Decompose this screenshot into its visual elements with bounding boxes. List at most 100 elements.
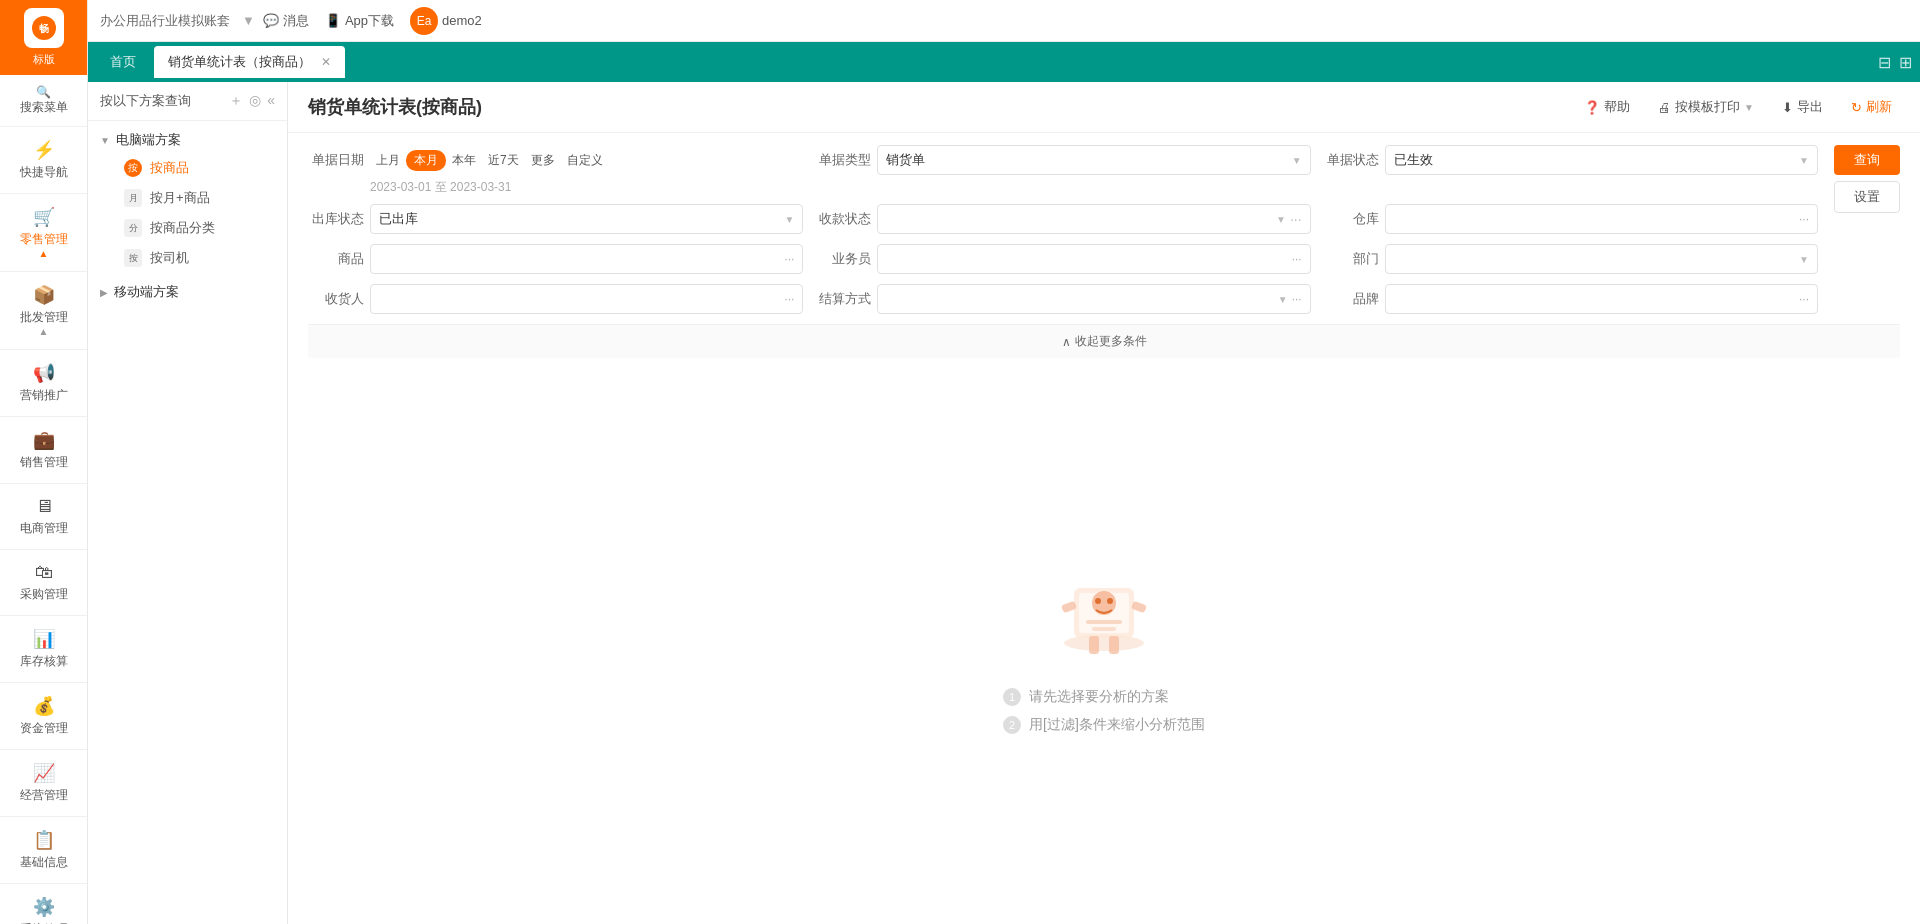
- print-dropdown-icon: ▼: [1744, 102, 1754, 113]
- date-tab-more[interactable]: 更多: [525, 150, 561, 171]
- scheme-by-product-category[interactable]: 分 按商品分类: [100, 213, 275, 243]
- tab-minimize-icon[interactable]: ⊟: [1878, 53, 1891, 72]
- sidebar-item-ops[interactable]: 📈 经营管理: [0, 750, 87, 817]
- sidebar-item-inventory[interactable]: 📊 库存核算: [0, 616, 87, 683]
- sales-label: 销售管理: [20, 454, 68, 471]
- recv-status-input[interactable]: ▼ ···: [877, 204, 1310, 234]
- tab-close-icon[interactable]: ✕: [321, 55, 331, 69]
- help-button[interactable]: ❓ 帮助: [1576, 94, 1638, 120]
- tab-sales-stat[interactable]: 销货单统计表（按商品） ✕: [154, 46, 345, 78]
- doc-status-input[interactable]: 已生效 ▼: [1385, 145, 1818, 175]
- dept-input[interactable]: ▼: [1385, 244, 1818, 274]
- staff-input[interactable]: ···: [877, 244, 1310, 274]
- search-label: 搜索菜单: [20, 99, 68, 116]
- right-panel: 销货单统计表(按商品) ❓ 帮助 🖨 按模板打印 ▼ ⬇ 导出: [288, 82, 1920, 924]
- empty-state: 1 请先选择要分析的方案 2 用[过滤]条件来缩小分析范围: [288, 358, 1920, 924]
- date-tab-custom[interactable]: 自定义: [561, 150, 609, 171]
- retail-icon: 🛒: [33, 206, 55, 228]
- product-input[interactable]: ···: [370, 244, 803, 274]
- tab-sales-stat-label: 销货单统计表（按商品）: [168, 53, 311, 71]
- app-download-button[interactable]: 📱 App下载: [325, 12, 394, 30]
- sidebar-item-quick-nav[interactable]: ⚡ 快捷导航: [0, 127, 87, 194]
- date-tab-last7[interactable]: 近7天: [482, 150, 525, 171]
- desktop-category-header[interactable]: ▼ 电脑端方案: [100, 127, 275, 153]
- mobile-scheme-category[interactable]: ▶ 移动端方案: [88, 279, 287, 305]
- svg-rect-7: [1092, 627, 1116, 631]
- ops-icon: 📈: [33, 762, 55, 784]
- inventory-label: 库存核算: [20, 653, 68, 670]
- mobile-category-label: 移动端方案: [114, 283, 179, 301]
- sidebar-item-retail[interactable]: 🛒 零售管理 ▲: [0, 194, 87, 272]
- warehouse-input[interactable]: ···: [1385, 204, 1818, 234]
- doc-status-dropdown-icon: ▼: [1799, 155, 1809, 166]
- collapse-scheme-icon[interactable]: «: [267, 92, 275, 110]
- tab-home[interactable]: 首页: [96, 46, 150, 78]
- basic-icon: 📋: [33, 829, 55, 851]
- doc-type-cell: 单据类型 销货单 ▼: [815, 145, 1310, 175]
- print-button[interactable]: 🖨 按模板打印 ▼: [1650, 94, 1762, 120]
- sidebar-item-system[interactable]: ⚙️ 系统管理: [0, 884, 87, 924]
- recv-status-dots[interactable]: ···: [1290, 211, 1302, 227]
- doc-type-input[interactable]: 销货单 ▼: [877, 145, 1310, 175]
- scheme-by-product[interactable]: 按 按商品: [100, 153, 275, 183]
- add-scheme-icon[interactable]: ＋: [229, 92, 243, 110]
- settings-button[interactable]: 设置: [1834, 181, 1900, 213]
- tab-home-label: 首页: [110, 53, 136, 71]
- out-status-input[interactable]: 已出库 ▼: [370, 204, 803, 234]
- tab-maximize-icon[interactable]: ⊞: [1899, 53, 1912, 72]
- ecom-label: 电商管理: [20, 520, 68, 537]
- sales-icon: 💼: [33, 429, 55, 451]
- filter-row-2: 出库状态 已出库 ▼ 收款状态: [308, 204, 1818, 234]
- refresh-button[interactable]: ↻ 刷新: [1843, 94, 1900, 120]
- app-download-icon: 📱: [325, 13, 341, 28]
- scheme-product-label: 按商品: [150, 159, 189, 177]
- date-tab-cur-month[interactable]: 本月: [406, 150, 446, 171]
- sidebar-item-finance[interactable]: 💰 资金管理: [0, 683, 87, 750]
- search-menu[interactable]: 🔍 搜索菜单: [0, 75, 87, 127]
- brand-input[interactable]: ···: [1385, 284, 1818, 314]
- message-button[interactable]: 💬 消息: [263, 12, 309, 30]
- logo-icon: 畅: [24, 8, 64, 48]
- page-title: 销货单统计表(按商品): [308, 95, 1576, 119]
- help-label: 帮助: [1604, 98, 1630, 116]
- collapse-bar[interactable]: ∧ 收起更多条件: [308, 324, 1900, 358]
- breadcrumb-dropdown-icon[interactable]: ▼: [242, 13, 255, 28]
- sidebar-item-basic[interactable]: 📋 基础信息: [0, 817, 87, 884]
- sidebar-item-purchase[interactable]: 🛍 采购管理: [0, 550, 87, 616]
- quick-nav-label: 快捷导航: [20, 164, 68, 181]
- svg-text:畅: 畅: [39, 23, 49, 34]
- sidebar-item-marketing[interactable]: 📢 营销推广: [0, 350, 87, 417]
- sidebar-item-ecom[interactable]: 🖥 电商管理: [0, 484, 87, 550]
- dept-label: 部门: [1323, 250, 1379, 268]
- scheme-product-category-label: 按商品分类: [150, 219, 215, 237]
- topbar-breadcrumb: 办公用品行业模拟账套: [100, 12, 230, 30]
- finance-label: 资金管理: [20, 720, 68, 737]
- date-tab-cur-year[interactable]: 本年: [446, 150, 482, 171]
- scheme-by-month-product[interactable]: 月 按月+商品: [100, 183, 275, 213]
- sidebar-item-wholesale[interactable]: 📦 批发管理 ▲: [0, 272, 87, 350]
- scheme-cashier-icon: 按: [124, 249, 142, 267]
- user-menu[interactable]: Ea demo2: [410, 7, 482, 35]
- payment-input[interactable]: ▼ ···: [877, 284, 1310, 314]
- query-button[interactable]: 查询: [1834, 145, 1900, 175]
- doc-status-label: 单据状态: [1323, 151, 1379, 169]
- scheme-by-cashier[interactable]: 按 按司机: [100, 243, 275, 273]
- export-icon: ⬇: [1782, 100, 1793, 115]
- empty-icon: [1044, 548, 1164, 668]
- page-actions: ❓ 帮助 🖨 按模板打印 ▼ ⬇ 导出 ↻ 刷新: [1576, 94, 1900, 120]
- lph-icons: ＋ ◎ «: [229, 92, 275, 110]
- tab-bar: 首页 销货单统计表（按商品） ✕ ⊟ ⊞: [88, 42, 1920, 82]
- print-icon: 🖨: [1658, 100, 1671, 115]
- recv-status-cell: 收款状态 ▼ ···: [815, 204, 1310, 234]
- svg-rect-10: [1089, 636, 1099, 654]
- svg-rect-6: [1086, 620, 1122, 624]
- sidebar-item-sales[interactable]: 💼 销售管理: [0, 417, 87, 484]
- svg-point-8: [1095, 598, 1101, 604]
- export-button[interactable]: ⬇ 导出: [1774, 94, 1831, 120]
- recipient-input[interactable]: ···: [370, 284, 803, 314]
- inventory-icon: 📊: [33, 628, 55, 650]
- date-tab-prev-month[interactable]: 上月: [370, 150, 406, 171]
- settings-scheme-icon[interactable]: ◎: [249, 92, 261, 110]
- out-status-cell: 出库状态 已出库 ▼: [308, 204, 803, 234]
- left-panel: 按以下方案查询 ＋ ◎ « ▼ 电脑端方案 按 按商品 月: [88, 82, 288, 924]
